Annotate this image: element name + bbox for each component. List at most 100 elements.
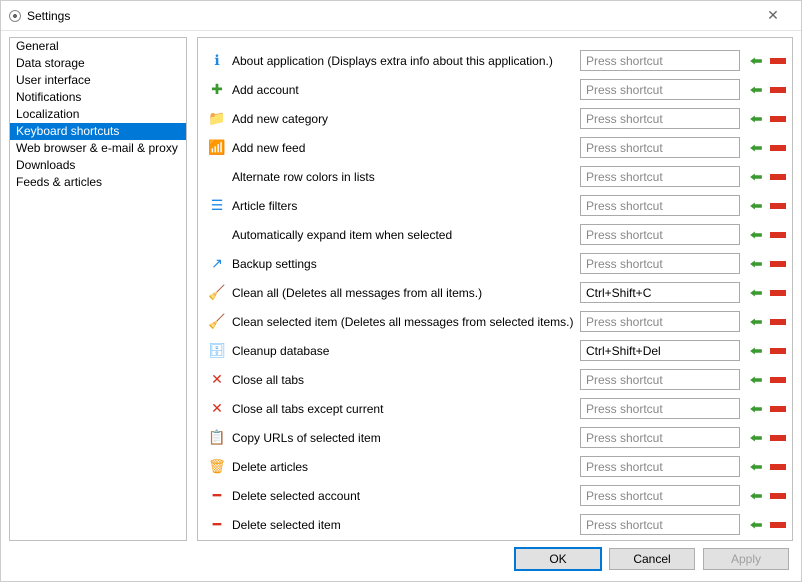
plus-icon: ✚ bbox=[208, 82, 226, 98]
reset-shortcut-icon[interactable] bbox=[748, 402, 764, 416]
shortcut-label: Add new category bbox=[232, 112, 574, 126]
app-icon bbox=[9, 10, 21, 22]
shortcut-input[interactable] bbox=[580, 398, 740, 419]
rss-icon: 📶 bbox=[208, 140, 226, 156]
shortcut-row: ✕ Close all tabs bbox=[208, 365, 786, 394]
reset-shortcut-icon[interactable] bbox=[748, 83, 764, 97]
shortcut-input[interactable] bbox=[580, 514, 740, 535]
reset-shortcut-icon[interactable] bbox=[748, 286, 764, 300]
apply-button[interactable]: Apply bbox=[703, 548, 789, 570]
shortcut-input[interactable] bbox=[580, 166, 740, 187]
shortcut-input[interactable] bbox=[580, 340, 740, 361]
shortcut-input[interactable] bbox=[580, 282, 740, 303]
reset-shortcut-icon[interactable] bbox=[748, 141, 764, 155]
ok-button[interactable]: OK bbox=[515, 548, 601, 570]
shortcut-row: 📁 Add new category bbox=[208, 104, 786, 133]
folder-icon: 📁 bbox=[208, 111, 226, 127]
clear-shortcut-icon[interactable] bbox=[770, 203, 786, 209]
clear-shortcut-icon[interactable] bbox=[770, 406, 786, 412]
reset-shortcut-icon[interactable] bbox=[748, 373, 764, 387]
shortcut-input[interactable] bbox=[580, 456, 740, 477]
clear-shortcut-icon[interactable] bbox=[770, 522, 786, 528]
sidebar-item-feeds-articles[interactable]: Feeds & articles bbox=[10, 174, 186, 191]
trash-icon: 🗑 bbox=[208, 459, 226, 475]
shortcuts-panel: ℹAbout application (Displays extra info … bbox=[197, 37, 793, 541]
x-icon: ✕ bbox=[208, 372, 226, 388]
cancel-button[interactable]: Cancel bbox=[609, 548, 695, 570]
reset-shortcut-icon[interactable] bbox=[748, 460, 764, 474]
close-button[interactable]: ✕ bbox=[753, 7, 793, 24]
shortcut-input[interactable] bbox=[580, 253, 740, 274]
reset-shortcut-icon[interactable] bbox=[748, 112, 764, 126]
shortcut-row: Alternate row colors in lists bbox=[208, 162, 786, 191]
sidebar-item-downloads[interactable]: Downloads bbox=[10, 157, 186, 174]
shortcut-label: Close all tabs bbox=[232, 373, 574, 387]
blank-icon bbox=[208, 227, 226, 243]
reset-shortcut-icon[interactable] bbox=[748, 431, 764, 445]
clear-shortcut-icon[interactable] bbox=[770, 145, 786, 151]
shortcut-input[interactable] bbox=[580, 224, 740, 245]
dialog-footer: OK Cancel Apply bbox=[1, 541, 801, 577]
clear-shortcut-icon[interactable] bbox=[770, 493, 786, 499]
reset-shortcut-icon[interactable] bbox=[748, 315, 764, 329]
clear-shortcut-icon[interactable] bbox=[770, 348, 786, 354]
list-icon: ☰ bbox=[208, 198, 226, 214]
shortcut-input[interactable] bbox=[580, 485, 740, 506]
shortcut-input[interactable] bbox=[580, 50, 740, 71]
shortcut-label: Alternate row colors in lists bbox=[232, 170, 574, 184]
clear-shortcut-icon[interactable] bbox=[770, 232, 786, 238]
copy-icon: 📋 bbox=[208, 430, 226, 446]
clear-shortcut-icon[interactable] bbox=[770, 87, 786, 93]
shortcut-label: Article filters bbox=[232, 199, 574, 213]
clear-shortcut-icon[interactable] bbox=[770, 435, 786, 441]
reset-shortcut-icon[interactable] bbox=[748, 228, 764, 242]
blank-icon bbox=[208, 169, 226, 185]
shortcut-row: ✕Close all tabs except current bbox=[208, 394, 786, 423]
reset-shortcut-icon[interactable] bbox=[748, 344, 764, 358]
sidebar-item-notifications[interactable]: Notifications bbox=[10, 89, 186, 106]
shortcut-input[interactable] bbox=[580, 311, 740, 332]
shortcut-input[interactable] bbox=[580, 79, 740, 100]
shortcut-input[interactable] bbox=[580, 137, 740, 158]
shortcut-row: 🧹 Clean selected item (Deletes all messag… bbox=[208, 307, 786, 336]
minus-icon: ━ bbox=[208, 488, 226, 504]
shortcut-row: ━ Delete selected account bbox=[208, 481, 786, 510]
clear-shortcut-icon[interactable] bbox=[770, 464, 786, 470]
clear-shortcut-icon[interactable] bbox=[770, 319, 786, 325]
reset-shortcut-icon[interactable] bbox=[748, 489, 764, 503]
shortcut-row: ℹAbout application (Displays extra info … bbox=[208, 46, 786, 75]
reset-shortcut-icon[interactable] bbox=[748, 518, 764, 532]
shortcut-input[interactable] bbox=[580, 369, 740, 390]
clear-shortcut-icon[interactable] bbox=[770, 377, 786, 383]
clear-shortcut-icon[interactable] bbox=[770, 261, 786, 267]
shortcut-label: Delete selected item bbox=[232, 518, 574, 532]
reset-shortcut-icon[interactable] bbox=[748, 170, 764, 184]
sidebar-item-data-storage[interactable]: Data storage bbox=[10, 55, 186, 72]
broom-icon: 🧹 bbox=[208, 314, 226, 330]
sidebar-item-user-interface[interactable]: User interface bbox=[10, 72, 186, 89]
shortcut-input[interactable] bbox=[580, 195, 740, 216]
reset-shortcut-icon[interactable] bbox=[748, 199, 764, 213]
shortcut-label: Close all tabs except current bbox=[232, 402, 574, 416]
clear-shortcut-icon[interactable] bbox=[770, 116, 786, 122]
sidebar-item-localization[interactable]: Localization bbox=[10, 106, 186, 123]
sidebar-item-general[interactable]: General bbox=[10, 38, 186, 55]
shortcut-label: Cleanup database bbox=[232, 344, 574, 358]
content: GeneralData storageUser interfaceNotific… bbox=[1, 31, 801, 541]
reset-shortcut-icon[interactable] bbox=[748, 257, 764, 271]
clear-shortcut-icon[interactable] bbox=[770, 58, 786, 64]
shortcut-row: ↗Backup settings bbox=[208, 249, 786, 278]
shortcut-label: Delete selected account bbox=[232, 489, 574, 503]
shortcut-label: Delete articles bbox=[232, 460, 574, 474]
sidebar-item-web-browser-e-mail-proxy[interactable]: Web browser & e-mail & proxy bbox=[10, 140, 186, 157]
shortcut-row: Automatically expand item when selected bbox=[208, 220, 786, 249]
shortcut-row: ☰ Article filters bbox=[208, 191, 786, 220]
sidebar-item-keyboard-shortcuts[interactable]: Keyboard shortcuts bbox=[10, 123, 186, 140]
clear-shortcut-icon[interactable] bbox=[770, 174, 786, 180]
shortcut-input[interactable] bbox=[580, 427, 740, 448]
shortcut-input[interactable] bbox=[580, 108, 740, 129]
minus-icon: ━ bbox=[208, 517, 226, 533]
shortcut-label: Clean selected item (Deletes all message… bbox=[232, 315, 574, 329]
reset-shortcut-icon[interactable] bbox=[748, 54, 764, 68]
clear-shortcut-icon[interactable] bbox=[770, 290, 786, 296]
